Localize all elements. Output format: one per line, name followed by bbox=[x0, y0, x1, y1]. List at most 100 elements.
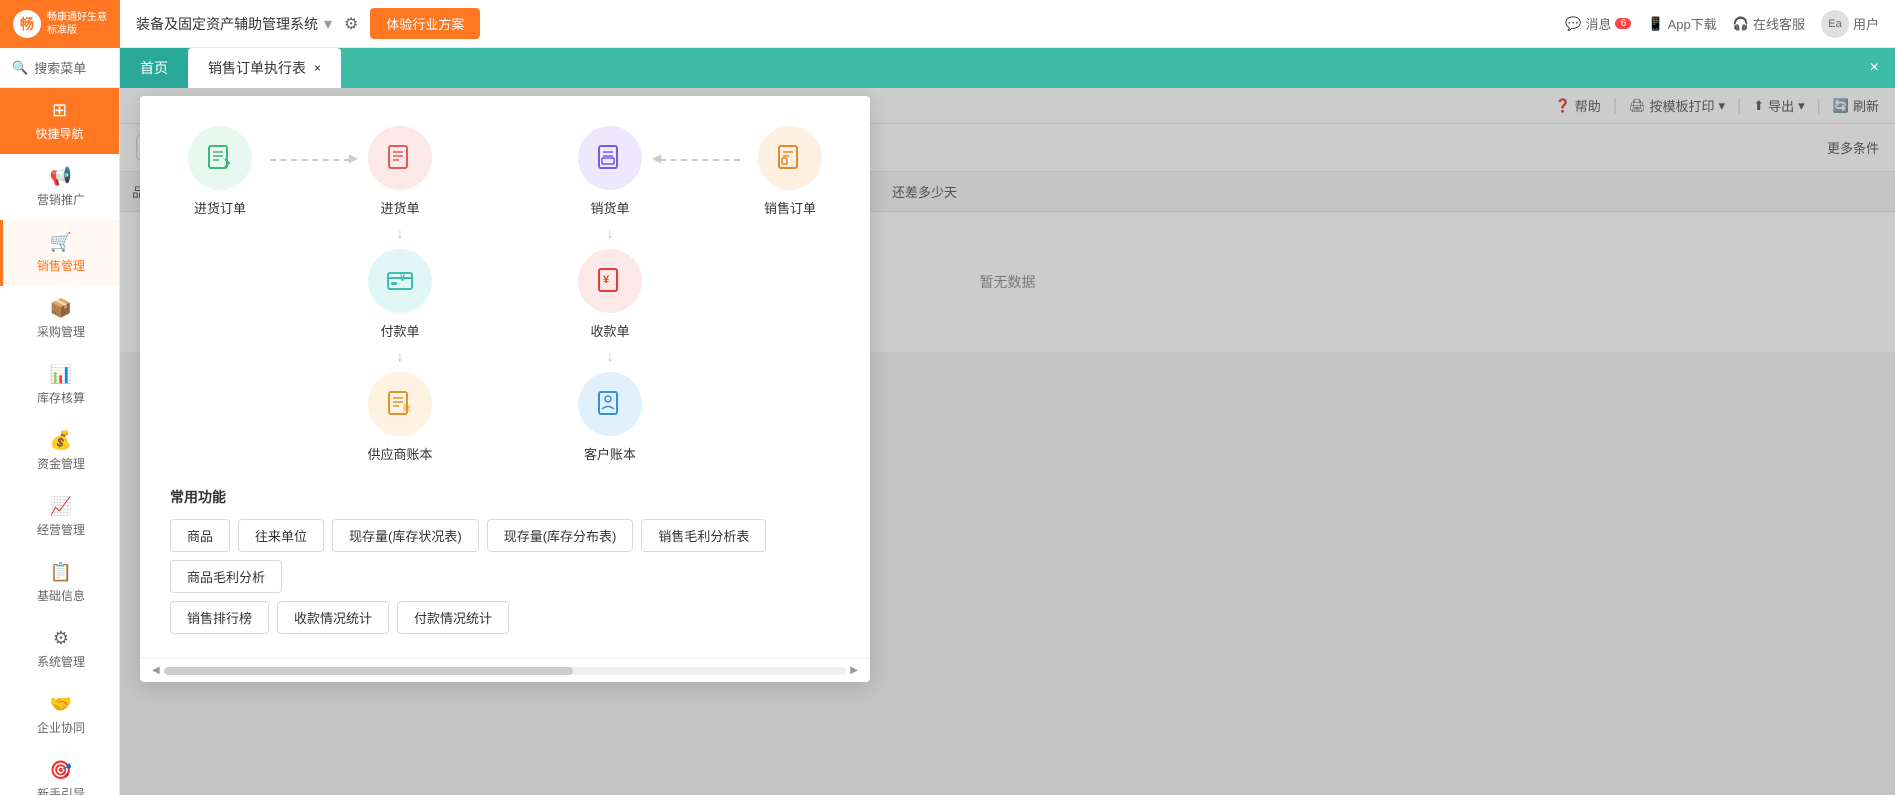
down-arrow-receipt-icon: ↓ bbox=[607, 348, 614, 364]
online-service-label: 在线客服 bbox=[1753, 14, 1805, 33]
user-area[interactable]: Ea 用户 bbox=[1821, 10, 1879, 38]
dropdown-icon[interactable]: ▾ bbox=[324, 14, 332, 34]
flow-row-3: 账 供应商账本 客户账本 bbox=[170, 372, 840, 463]
sidebar-item-label-marketing: 营销推广 bbox=[37, 191, 85, 208]
tab-close-btn[interactable]: × bbox=[314, 61, 321, 75]
func-btn-sales-rank[interactable]: 销售排行榜 bbox=[170, 601, 269, 634]
sidebar-item-finance[interactable]: 💰 资金管理 bbox=[0, 418, 119, 484]
message-badge: 6 bbox=[1615, 18, 1631, 29]
sidebar-item-system[interactable]: ⚙ 系统管理 bbox=[0, 616, 119, 682]
func-btn-sales-gross[interactable]: 销售毛利分析表 bbox=[641, 519, 766, 552]
flow-node-customer[interactable]: 客户账本 bbox=[560, 372, 660, 463]
tab-bar-close[interactable]: × bbox=[1854, 59, 1895, 77]
purchase-order-label: 进货订单 bbox=[194, 198, 246, 217]
flow-row-arrows2: ↓ ↓ bbox=[170, 348, 840, 364]
sidebar-item-guide[interactable]: 🎯 新手引导 bbox=[0, 748, 119, 795]
customer-icon bbox=[578, 372, 642, 436]
online-service-btn[interactable]: 🎧 在线客服 bbox=[1733, 14, 1805, 33]
func-btn-receipt-stats[interactable]: 收款情况统计 bbox=[277, 601, 389, 634]
svg-text:¥: ¥ bbox=[400, 273, 405, 283]
flow-node-receipt[interactable]: ¥ 收款单 bbox=[560, 249, 660, 340]
sidebar-item-label-system: 系统管理 bbox=[37, 653, 85, 670]
flow-node-sale-order[interactable]: 销售订单 bbox=[740, 126, 840, 217]
scrollbar-thumb bbox=[164, 667, 574, 675]
func-btn-goods[interactable]: 商品 bbox=[170, 519, 230, 552]
func-btn-contacts[interactable]: 往来单位 bbox=[238, 519, 324, 552]
sidebar-item-label-purchase: 采购管理 bbox=[37, 323, 85, 340]
func-btn-goods-gross[interactable]: 商品毛利分析 bbox=[170, 560, 282, 593]
svg-text:¥: ¥ bbox=[603, 274, 610, 286]
top-header: 装备及固定资产辅助管理系统 ▾ ⚙ 体验行业方案 💬 消息 6 📱 App下载 … bbox=[120, 0, 1895, 48]
flow-node-sale-bill[interactable]: 销货单 bbox=[560, 126, 660, 217]
search-icon: 🔍 bbox=[12, 60, 28, 76]
quick-nav-icon: ⊞ bbox=[52, 100, 67, 121]
marketing-icon: 📢 bbox=[50, 166, 72, 187]
sale-bill-label: 销货单 bbox=[590, 198, 629, 217]
sidebar-item-label-quick-nav: 快捷导航 bbox=[35, 125, 83, 142]
sidebar-item-label-finance: 资金管理 bbox=[37, 455, 85, 472]
scroll-right[interactable]: ▶ bbox=[850, 665, 858, 676]
modal-overlay: 进货订单 ▶ 进货单 bbox=[120, 88, 1895, 795]
search-menu-label: 搜索菜单 bbox=[34, 58, 86, 77]
system-title: 装备及固定资产辅助管理系统 bbox=[136, 14, 318, 34]
payment-label: 付款单 bbox=[380, 321, 419, 340]
sidebar-item-label-sales: 销售管理 bbox=[37, 257, 85, 274]
app-download-label: App下载 bbox=[1668, 14, 1717, 33]
flow-node-purchase-order[interactable]: 进货订单 bbox=[170, 126, 270, 217]
settings-icon[interactable]: ⚙ bbox=[344, 14, 358, 34]
sidebar-item-marketing[interactable]: 📢 营销推广 bbox=[0, 154, 119, 220]
func-buttons-row1: 商品 往来单位 现存量(库存状况表) 现存量(库存分布表) 销售毛利分析表 商品… bbox=[170, 519, 840, 593]
func-buttons-row2: 销售排行榜 收款情况统计 付款情况统计 bbox=[170, 601, 840, 634]
tab-sales-order[interactable]: 销售订单执行表 × bbox=[188, 48, 341, 88]
sale-order-icon bbox=[758, 126, 822, 190]
sidebar-item-basic[interactable]: 📋 基础信息 bbox=[0, 550, 119, 616]
main-content: 装备及固定资产辅助管理系统 ▾ ⚙ 体验行业方案 💬 消息 6 📱 App下载 … bbox=[120, 0, 1895, 795]
content-area: ❓ 帮助 | 🖨 按模板打印 ▾ | ⬆ 导出 ▾ | 🔄 刷新 bbox=[120, 88, 1895, 795]
flow-node-supplier[interactable]: 账 供应商账本 bbox=[350, 372, 450, 463]
tab-home[interactable]: 首页 bbox=[120, 48, 188, 88]
message-btn[interactable]: 💬 消息 6 bbox=[1565, 14, 1631, 33]
basic-icon: 📋 bbox=[50, 562, 72, 583]
scroll-left[interactable]: ◀ bbox=[152, 665, 160, 676]
message-label: 消息 bbox=[1585, 14, 1611, 33]
sidebar-item-label-enterprise: 企业协同 bbox=[37, 719, 85, 736]
down-arrow-payment: ↓ bbox=[350, 348, 450, 364]
logo-icon: 畅 bbox=[13, 10, 41, 38]
app-download-icon: 📱 bbox=[1647, 16, 1663, 32]
user-name: 用户 bbox=[1853, 14, 1879, 33]
header-right: 💬 消息 6 📱 App下载 🎧 在线客服 Ea 用户 bbox=[1565, 10, 1879, 38]
system-icon: ⚙ bbox=[53, 628, 69, 649]
payment-icon: ¥ bbox=[368, 249, 432, 313]
common-title: 常用功能 bbox=[170, 487, 840, 507]
search-menu[interactable]: 🔍 搜索菜单 bbox=[0, 48, 119, 88]
logo-text: 畅康通好生意标准版 bbox=[47, 11, 107, 37]
arrow-1: ▶ bbox=[270, 159, 350, 161]
sidebar-item-inventory[interactable]: 📊 库存核算 bbox=[0, 352, 119, 418]
sidebar-item-label-guide: 新手引导 bbox=[37, 785, 85, 795]
guide-icon: 🎯 bbox=[50, 760, 72, 781]
func-btn-payment-stats[interactable]: 付款情况统计 bbox=[397, 601, 509, 634]
func-btn-stock-dist[interactable]: 现存量(库存分布表) bbox=[487, 519, 634, 552]
down-arrow-purchase-icon: ↓ bbox=[397, 225, 404, 241]
sidebar-item-label-operation: 经营管理 bbox=[37, 521, 85, 538]
avatar: Ea bbox=[1821, 10, 1849, 38]
active-tab-label: 销售订单执行表 bbox=[208, 58, 306, 78]
flow-node-purchase-bill[interactable]: 进货单 bbox=[350, 126, 450, 217]
supplier-icon: 账 bbox=[368, 372, 432, 436]
sidebar-item-enterprise[interactable]: 🤝 企业协同 bbox=[0, 682, 119, 748]
down-arrow-receipt: ↓ bbox=[560, 348, 660, 364]
common-functions: 常用功能 商品 往来单位 现存量(库存状况表) 现存量(库存分布表) 销售毛利分… bbox=[140, 487, 870, 658]
sidebar-item-operation[interactable]: 📈 经营管理 bbox=[0, 484, 119, 550]
receipt-icon: ¥ bbox=[578, 249, 642, 313]
sale-order-label: 销售订单 bbox=[764, 198, 816, 217]
func-btn-stock-status[interactable]: 现存量(库存状况表) bbox=[332, 519, 479, 552]
flow-node-payment[interactable]: ¥ 付款单 bbox=[350, 249, 450, 340]
trial-button[interactable]: 体验行业方案 bbox=[370, 8, 480, 39]
enterprise-icon: 🤝 bbox=[50, 694, 72, 715]
scrollbar-track[interactable] bbox=[164, 667, 847, 675]
app-download-btn[interactable]: 📱 App下载 bbox=[1647, 14, 1716, 33]
sidebar-item-purchase[interactable]: 📦 采购管理 bbox=[0, 286, 119, 352]
sidebar-item-quick-nav[interactable]: ⊞ 快捷导航 bbox=[0, 88, 119, 154]
tab-bar: 首页 销售订单执行表 × × bbox=[120, 48, 1895, 88]
sidebar-item-sales[interactable]: 🛒 销售管理 bbox=[0, 220, 119, 286]
